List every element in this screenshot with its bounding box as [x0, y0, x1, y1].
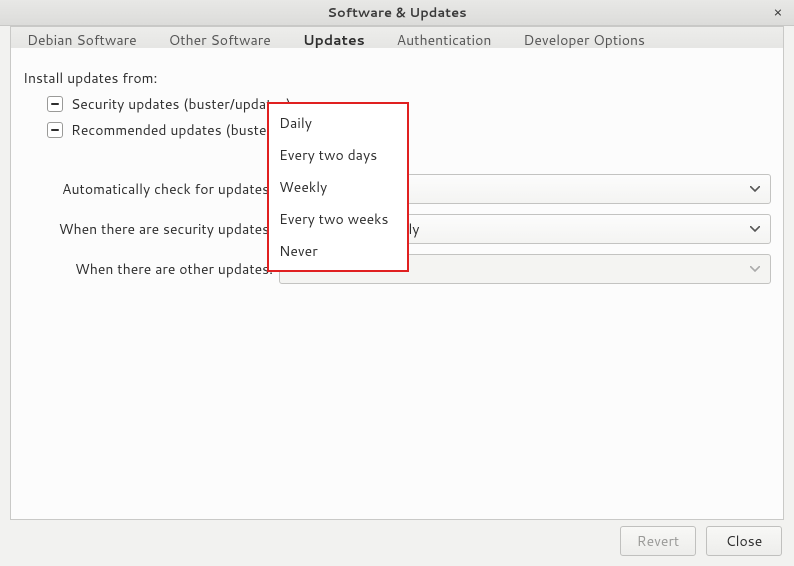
chevron-down-icon: [750, 266, 760, 272]
footer-buttons: Revert Close: [620, 526, 782, 556]
close-button[interactable]: Close: [706, 526, 782, 556]
auto-check-option-every-two-days[interactable]: Every two days: [269, 139, 407, 171]
install-updates-from-label: Install updates from:: [23, 68, 771, 88]
auto-check-label: Automatically check for updates:: [23, 179, 279, 199]
chevron-down-icon: [750, 226, 760, 232]
auto-check-option-never[interactable]: Never: [269, 235, 407, 267]
source-recommended-updates[interactable]: Recommended updates (buster-updates): [47, 120, 771, 140]
auto-check-option-every-two-weeks[interactable]: Every two weeks: [269, 203, 407, 235]
chevron-down-icon: [750, 186, 760, 192]
titlebar: Software & Updates ×: [0, 0, 794, 26]
close-icon[interactable]: ×: [770, 4, 786, 20]
window-body: Debian Software Other Software Updates A…: [0, 26, 794, 566]
source-security-updates[interactable]: Security updates (buster/updates): [47, 94, 771, 114]
checkbox-indeterminate-icon[interactable]: [47, 122, 63, 138]
revert-button[interactable]: Revert: [620, 526, 696, 556]
auto-check-option-daily[interactable]: Daily: [269, 107, 407, 139]
auto-check-option-weekly[interactable]: Weekly: [269, 171, 407, 203]
auto-check-dropdown[interactable]: Daily Every two days Weekly Every two we…: [267, 102, 409, 272]
other-updates-label: When there are other updates:: [23, 259, 279, 279]
security-updates-label: When there are security updates:: [23, 219, 279, 239]
checkbox-indeterminate-icon[interactable]: [47, 96, 63, 112]
window-title: Software & Updates: [327, 4, 466, 22]
source-security-updates-label: Security updates (buster/updates): [71, 94, 291, 114]
